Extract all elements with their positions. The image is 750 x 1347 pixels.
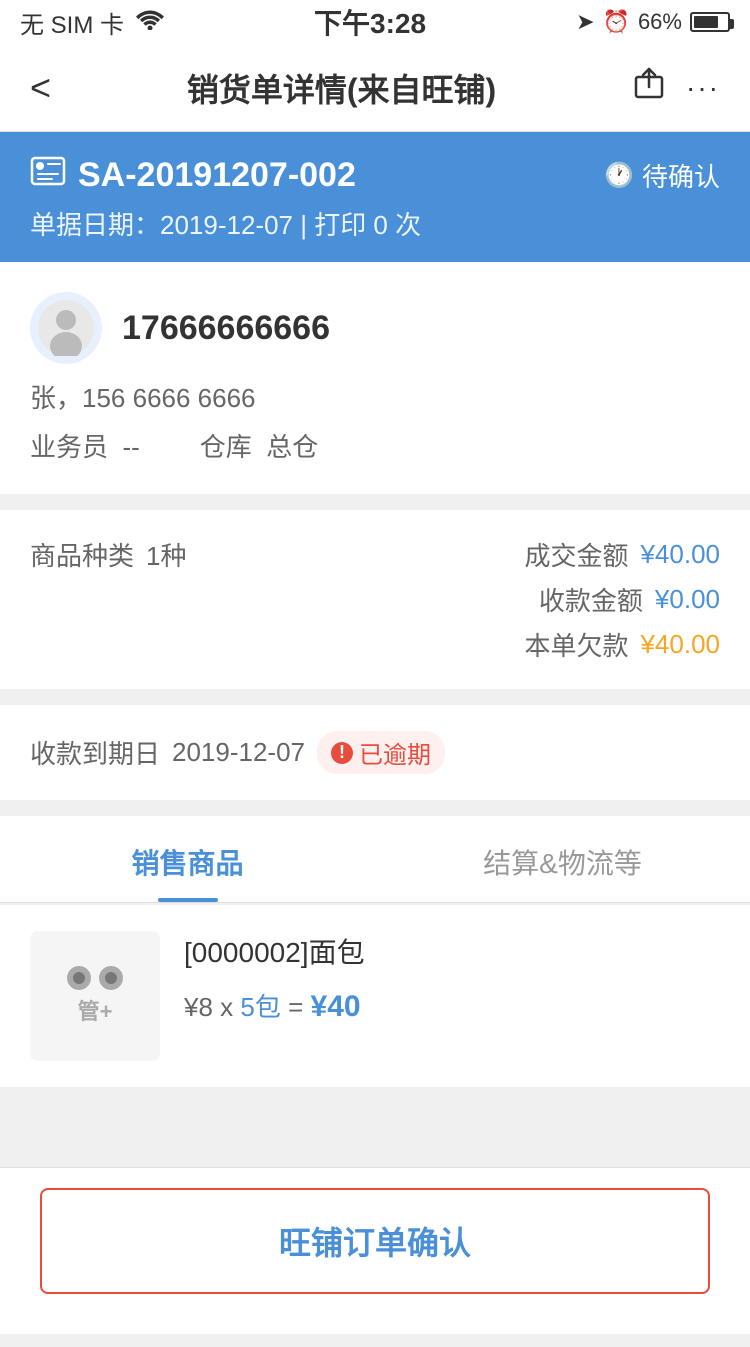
warehouse-label: 仓库 总仓 bbox=[200, 427, 318, 464]
status-right: ➤ ⏰ 66% bbox=[576, 9, 730, 35]
deal-amount-label: 成交金额 bbox=[524, 536, 628, 573]
balance-value: ¥40.00 bbox=[640, 629, 720, 660]
tab-settlement[interactable]: 结算&物流等 bbox=[375, 816, 750, 902]
warning-icon: ! bbox=[331, 742, 353, 764]
customer-phone: 17666666666 bbox=[122, 309, 330, 348]
alarm-icon: ⏰ bbox=[603, 9, 630, 35]
product-type-value: 1种 bbox=[146, 536, 186, 573]
share-button[interactable] bbox=[632, 67, 666, 109]
customer-card: 17666666666 张，156 6666 6666 业务员 -- 仓库 总仓 bbox=[0, 262, 750, 494]
warehouse-value: 总仓 bbox=[266, 432, 318, 462]
tab-sales-label: 销售商品 bbox=[131, 848, 243, 879]
order-header: SA-20191207-002 🕐 待确认 单据日期：2019-12-07 | … bbox=[0, 132, 750, 262]
overdue-badge: ! 已逾期 bbox=[317, 731, 445, 774]
location-icon: ➤ bbox=[576, 9, 594, 35]
receipt-amount-value: ¥0.00 bbox=[655, 584, 720, 615]
status-bar: 无 SIM 卡 下午3:28 ➤ ⏰ 66% bbox=[0, 0, 750, 44]
product-logo: 管+ bbox=[67, 966, 123, 1026]
order-id-text: SA-20191207-002 bbox=[78, 156, 356, 195]
order-id: SA-20191207-002 bbox=[30, 156, 356, 195]
product-type: 商品种类 1种 bbox=[30, 536, 186, 573]
bottom-bar: 旺铺订单确认 bbox=[0, 1167, 750, 1334]
receipt-amount-row: 收款金额 ¥0.00 bbox=[539, 581, 720, 618]
summary-row: 商品种类 1种 成交金额 ¥40.00 收款金额 ¥0.00 本单欠款 ¥40.… bbox=[30, 536, 720, 663]
order-date: 单据日期：2019-12-07 | 打印 0 次 bbox=[30, 205, 720, 242]
tabs-container: 销售商品 结算&物流等 bbox=[0, 816, 750, 903]
battery-percent: 66% bbox=[638, 9, 682, 35]
balance-row: 本单欠款 ¥40.00 bbox=[524, 626, 720, 663]
nav-actions: ··· bbox=[632, 67, 720, 109]
wifi-icon bbox=[136, 8, 164, 37]
due-date-card: 收款到期日 2019-12-07 ! 已逾期 bbox=[0, 705, 750, 800]
amounts: 成交金额 ¥40.00 收款金额 ¥0.00 本单欠款 ¥40.00 bbox=[524, 536, 720, 663]
sales-rep-label: 业务员 -- bbox=[30, 427, 140, 464]
equals-sign: = bbox=[288, 992, 303, 1022]
nav-bar: < 销货单详情(来自旺铺) ··· bbox=[0, 44, 750, 132]
deal-amount-row: 成交金额 ¥40.00 bbox=[524, 536, 720, 573]
battery-icon bbox=[690, 12, 730, 32]
owl-eyes bbox=[67, 966, 123, 990]
product-name: [0000002]面包 bbox=[184, 931, 720, 971]
multiply-sign: x bbox=[220, 992, 233, 1022]
order-status: 🕐 待确认 bbox=[604, 157, 720, 194]
tab-sales-products[interactable]: 销售商品 bbox=[0, 816, 375, 902]
sales-rep-value: -- bbox=[122, 432, 139, 462]
customer-meta: 业务员 -- 仓库 总仓 bbox=[30, 427, 720, 464]
status-left: 无 SIM 卡 bbox=[20, 5, 164, 40]
avatar bbox=[30, 292, 102, 364]
product-item: 管+ [0000002]面包 ¥8 x 5包 = ¥40 bbox=[30, 931, 720, 1061]
overdue-text: 已逾期 bbox=[359, 735, 431, 770]
product-price: ¥8 x 5包 = ¥40 bbox=[184, 987, 720, 1024]
summary-card: 商品种类 1种 成交金额 ¥40.00 收款金额 ¥0.00 本单欠款 ¥40.… bbox=[0, 510, 750, 689]
price-value: ¥8 bbox=[184, 992, 213, 1022]
product-type-label: 商品种类 bbox=[30, 536, 134, 573]
back-button[interactable]: < bbox=[30, 67, 51, 109]
tab-settlement-label: 结算&物流等 bbox=[483, 848, 642, 879]
warehouse-key: 仓库 bbox=[200, 432, 252, 462]
receipt-amount-label: 收款金额 bbox=[539, 581, 643, 618]
status-text: 待确认 bbox=[642, 157, 720, 194]
product-info: [0000002]面包 ¥8 x 5包 = ¥40 bbox=[184, 931, 720, 1024]
order-icon bbox=[30, 156, 66, 195]
customer-main-row: 17666666666 bbox=[30, 292, 720, 364]
owl-eye-left bbox=[67, 966, 91, 990]
clock-icon: 🕐 bbox=[604, 161, 634, 190]
page-title: 销货单详情(来自旺铺) bbox=[187, 65, 496, 111]
confirm-button[interactable]: 旺铺订单确认 bbox=[40, 1188, 710, 1294]
product-section: 管+ [0000002]面包 ¥8 x 5包 = ¥40 bbox=[0, 905, 750, 1087]
carrier-label: 无 SIM 卡 bbox=[20, 5, 124, 40]
due-date-value: 2019-12-07 bbox=[172, 737, 305, 768]
product-image: 管+ bbox=[30, 931, 160, 1061]
deal-amount-value: ¥40.00 bbox=[640, 539, 720, 570]
order-id-row: SA-20191207-002 🕐 待确认 bbox=[30, 156, 720, 195]
customer-name: 张，156 6666 6666 bbox=[30, 378, 720, 415]
time-display: 下午3:28 bbox=[314, 2, 426, 42]
owl-plus: 管+ bbox=[78, 994, 113, 1026]
sales-rep-key: 业务员 bbox=[30, 432, 108, 462]
owl-eye-right bbox=[99, 966, 123, 990]
price-qty: 5包 bbox=[240, 992, 280, 1022]
balance-label: 本单欠款 bbox=[524, 626, 628, 663]
more-button[interactable]: ··· bbox=[686, 72, 720, 104]
due-date-label: 收款到期日 bbox=[30, 734, 160, 771]
price-total: ¥40 bbox=[311, 990, 361, 1023]
